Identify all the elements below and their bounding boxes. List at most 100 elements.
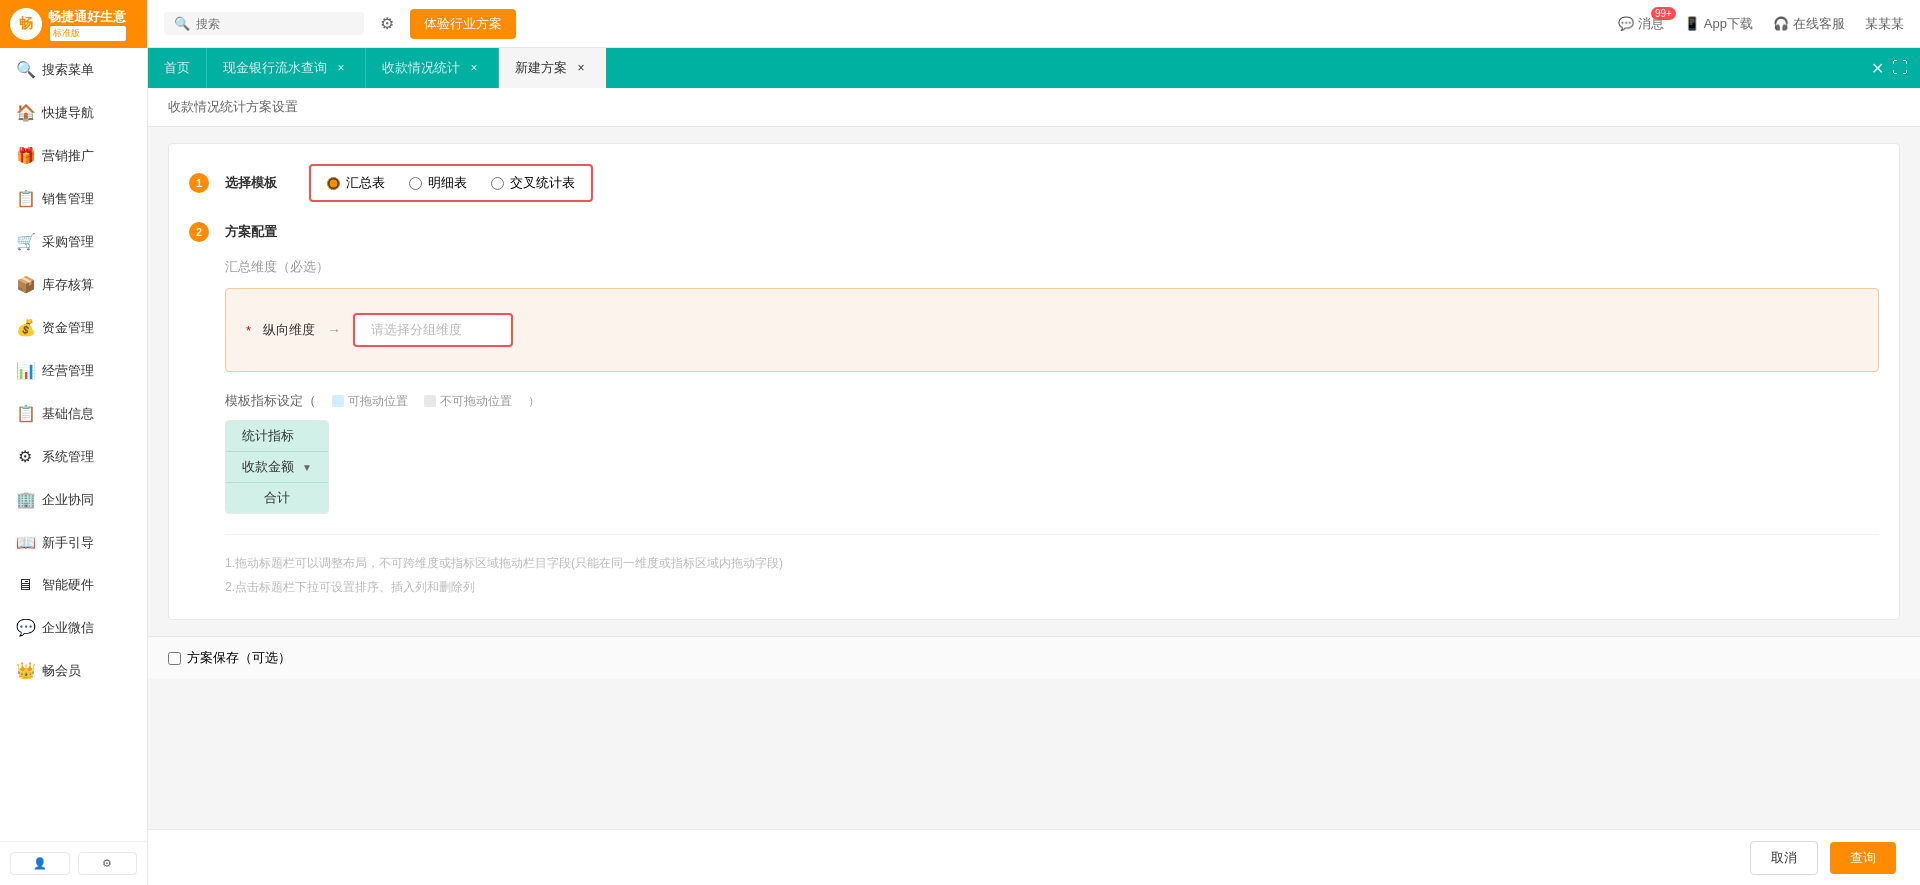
- metrics-chevron-icon[interactable]: ▼: [302, 462, 312, 473]
- step1-label: 选择模板: [225, 174, 277, 192]
- settings-gear-icon[interactable]: ⚙: [380, 14, 394, 33]
- option-cross[interactable]: 交叉统计表: [491, 174, 575, 192]
- metrics-header: 模板指标设定（ 可拖动位置 不可拖动位置 ）: [225, 392, 1879, 410]
- option-summary[interactable]: 汇总表: [327, 174, 385, 192]
- sidebar-item-label: 库存核算: [42, 276, 94, 294]
- tips-text: 1.拖动标题栏可以调整布局，不可跨维度或指标区域拖动栏目字段(只能在同一维度或指…: [225, 551, 1879, 599]
- query-button[interactable]: 查询: [1830, 842, 1896, 874]
- sidebar-item-wechat[interactable]: 💬 企业微信: [0, 606, 147, 649]
- template-options-group: 汇总表 明细表 交叉统计表: [309, 164, 593, 202]
- user-name: 某某某: [1865, 15, 1904, 33]
- sidebar-item-system[interactable]: ⚙ 系统管理: [0, 435, 147, 478]
- operation-icon: 📊: [16, 361, 34, 380]
- save-option-label: 方案保存（可选）: [187, 649, 291, 667]
- sidebar-item-operation[interactable]: 📊 经营管理: [0, 349, 147, 392]
- hardware-icon: 🖥: [16, 576, 34, 594]
- close-tab-btn[interactable]: ✕: [1871, 59, 1884, 78]
- topbar-search-box[interactable]: 🔍: [164, 12, 364, 35]
- sidebar-item-label: 经营管理: [42, 362, 94, 380]
- page-header-title: 收款情况统计方案设置: [168, 99, 298, 114]
- sidebar-item-inventory[interactable]: 📦 库存核算: [0, 263, 147, 306]
- sidebar-item-label: 营销推广: [42, 147, 94, 165]
- dimension-placeholder: 请选择分组维度: [371, 322, 462, 337]
- sidebar-item-label: 销售管理: [42, 190, 94, 208]
- dimension-title: 汇总维度（必选）: [225, 258, 1879, 276]
- wechat-icon: 💬: [16, 618, 34, 637]
- sidebar-item-label: 新手引导: [42, 534, 94, 552]
- gift-icon: 🎁: [16, 146, 34, 165]
- tab-home[interactable]: 首页: [148, 48, 207, 88]
- sidebar-item-basic-info[interactable]: 📋 基础信息: [0, 392, 147, 435]
- option-detail[interactable]: 明细表: [409, 174, 467, 192]
- tab-bank-flow-label: 现金银行流水查询: [223, 59, 327, 77]
- search-input[interactable]: [196, 17, 346, 31]
- online-service-link[interactable]: 🎧 在线客服: [1773, 15, 1845, 33]
- sidebar-item-label: 畅会员: [42, 662, 81, 680]
- maximize-btn[interactable]: ⛶: [1892, 59, 1908, 77]
- notification-button[interactable]: 💬 消息 99+: [1618, 15, 1664, 33]
- page-body: 1 选择模板 汇总表 明细表 交叉统计表: [148, 127, 1920, 636]
- dimension-selector[interactable]: 请选择分组维度: [353, 313, 513, 347]
- tab-receipt-stats[interactable]: 收款情况统计 ×: [366, 48, 499, 88]
- sidebar-footer-settings-btn[interactable]: ⚙: [78, 852, 138, 875]
- option-detail-label: 明细表: [428, 174, 467, 192]
- radio-summary[interactable]: [327, 177, 340, 190]
- sidebar-item-enterprise[interactable]: 🏢 企业协同: [0, 478, 147, 521]
- tab-bank-flow-close[interactable]: ×: [333, 60, 349, 76]
- member-icon: 👑: [16, 661, 34, 680]
- sidebar-nav: 🔍 搜索菜单 🏠 快捷导航 🎁 营销推广 📋 销售管理 🛒 采购管理 📦 库存核…: [0, 48, 147, 841]
- sidebar-item-quick-nav[interactable]: 🏠 快捷导航: [0, 91, 147, 134]
- page-content: 收款情况统计方案设置 1 选择模板 汇总表 明细表: [148, 88, 1920, 829]
- dimension-row: * 纵向维度 → 请选择分组维度: [246, 313, 1858, 347]
- sidebar-item-guide[interactable]: 📖 新手引导: [0, 521, 147, 564]
- finance-icon: 💰: [16, 318, 34, 337]
- inventory-icon: 📦: [16, 275, 34, 294]
- tab-new-plan[interactable]: 新建方案 ×: [499, 48, 606, 88]
- topbar: 🔍 ⚙ 体验行业方案 💬 消息 99+ 📱 App下载 🎧 在线客服 某某某: [148, 0, 1920, 48]
- option-cross-label: 交叉统计表: [510, 174, 575, 192]
- main-card: 1 选择模板 汇总表 明细表 交叉统计表: [168, 143, 1900, 620]
- download-icon: 📱: [1684, 16, 1700, 31]
- config-section: 汇总维度（必选） * 纵向维度 → 请选择分组维度: [189, 258, 1879, 599]
- metrics-table: 统计指标 收款金额 ▼ 合计: [225, 420, 329, 514]
- sidebar-item-label: 快捷导航: [42, 104, 94, 122]
- sidebar-item-label: 企业协同: [42, 491, 94, 509]
- topbar-right: 💬 消息 99+ 📱 App下载 🎧 在线客服 某某某: [1618, 15, 1904, 33]
- app-download-link[interactable]: 📱 App下载: [1684, 15, 1753, 33]
- radio-cross[interactable]: [491, 177, 504, 190]
- step1-row: 1 选择模板 汇总表 明细表 交叉统计表: [189, 164, 1879, 202]
- sidebar-footer-user-btn[interactable]: 👤: [10, 852, 70, 875]
- radio-detail[interactable]: [409, 177, 422, 190]
- logo-text: 畅捷通好生意: [48, 8, 126, 26]
- dimension-title-text: 汇总维度（必选）: [225, 259, 329, 274]
- sidebar-item-label: 智能硬件: [42, 576, 94, 594]
- hint-nodrag-dot: [424, 395, 436, 407]
- option-summary-label: 汇总表: [346, 174, 385, 192]
- message-icon: 💬: [1618, 16, 1634, 31]
- sidebar-item-finance[interactable]: 💰 资金管理: [0, 306, 147, 349]
- sidebar: 畅 畅捷通好生意 标准版 🔍 搜索菜单 🏠 快捷导航 🎁 营销推广 📋 销售管理…: [0, 0, 148, 885]
- cancel-button[interactable]: 取消: [1750, 841, 1818, 875]
- tab-receipt-stats-close[interactable]: ×: [466, 60, 482, 76]
- sidebar-item-label: 采购管理: [42, 233, 94, 251]
- sidebar-item-label: 企业微信: [42, 619, 94, 637]
- vertical-dimension-label: 纵向维度: [263, 321, 315, 339]
- sidebar-item-purchase[interactable]: 🛒 采购管理: [0, 220, 147, 263]
- sidebar-item-search-menu[interactable]: 🔍 搜索菜单: [0, 48, 147, 91]
- sidebar-item-hardware[interactable]: 🖥 智能硬件: [0, 564, 147, 606]
- sidebar-item-marketing[interactable]: 🎁 营销推广: [0, 134, 147, 177]
- sidebar-item-member[interactable]: 👑 畅会员: [0, 649, 147, 692]
- save-option[interactable]: 方案保存（可选）: [168, 649, 291, 667]
- save-checkbox-input[interactable]: [168, 652, 181, 665]
- sidebar-item-sales[interactable]: 📋 销售管理: [0, 177, 147, 220]
- metrics-hint: 可拖动位置 不可拖动位置 ）: [332, 393, 540, 410]
- tab-new-plan-close[interactable]: ×: [573, 60, 589, 76]
- tab-bank-flow[interactable]: 现金银行流水查询 ×: [207, 48, 366, 88]
- page-footer: 方案保存（可选）: [148, 636, 1920, 679]
- sidebar-item-label: 搜索菜单: [42, 61, 94, 79]
- sidebar-footer: 👤 ⚙: [0, 841, 147, 885]
- page-header: 收款情况统计方案设置: [148, 88, 1920, 127]
- hint-nodrag-item: 不可拖动位置: [424, 393, 512, 410]
- trial-button[interactable]: 体验行业方案: [410, 9, 516, 39]
- metrics-subheader-row[interactable]: 收款金额 ▼: [226, 451, 328, 482]
